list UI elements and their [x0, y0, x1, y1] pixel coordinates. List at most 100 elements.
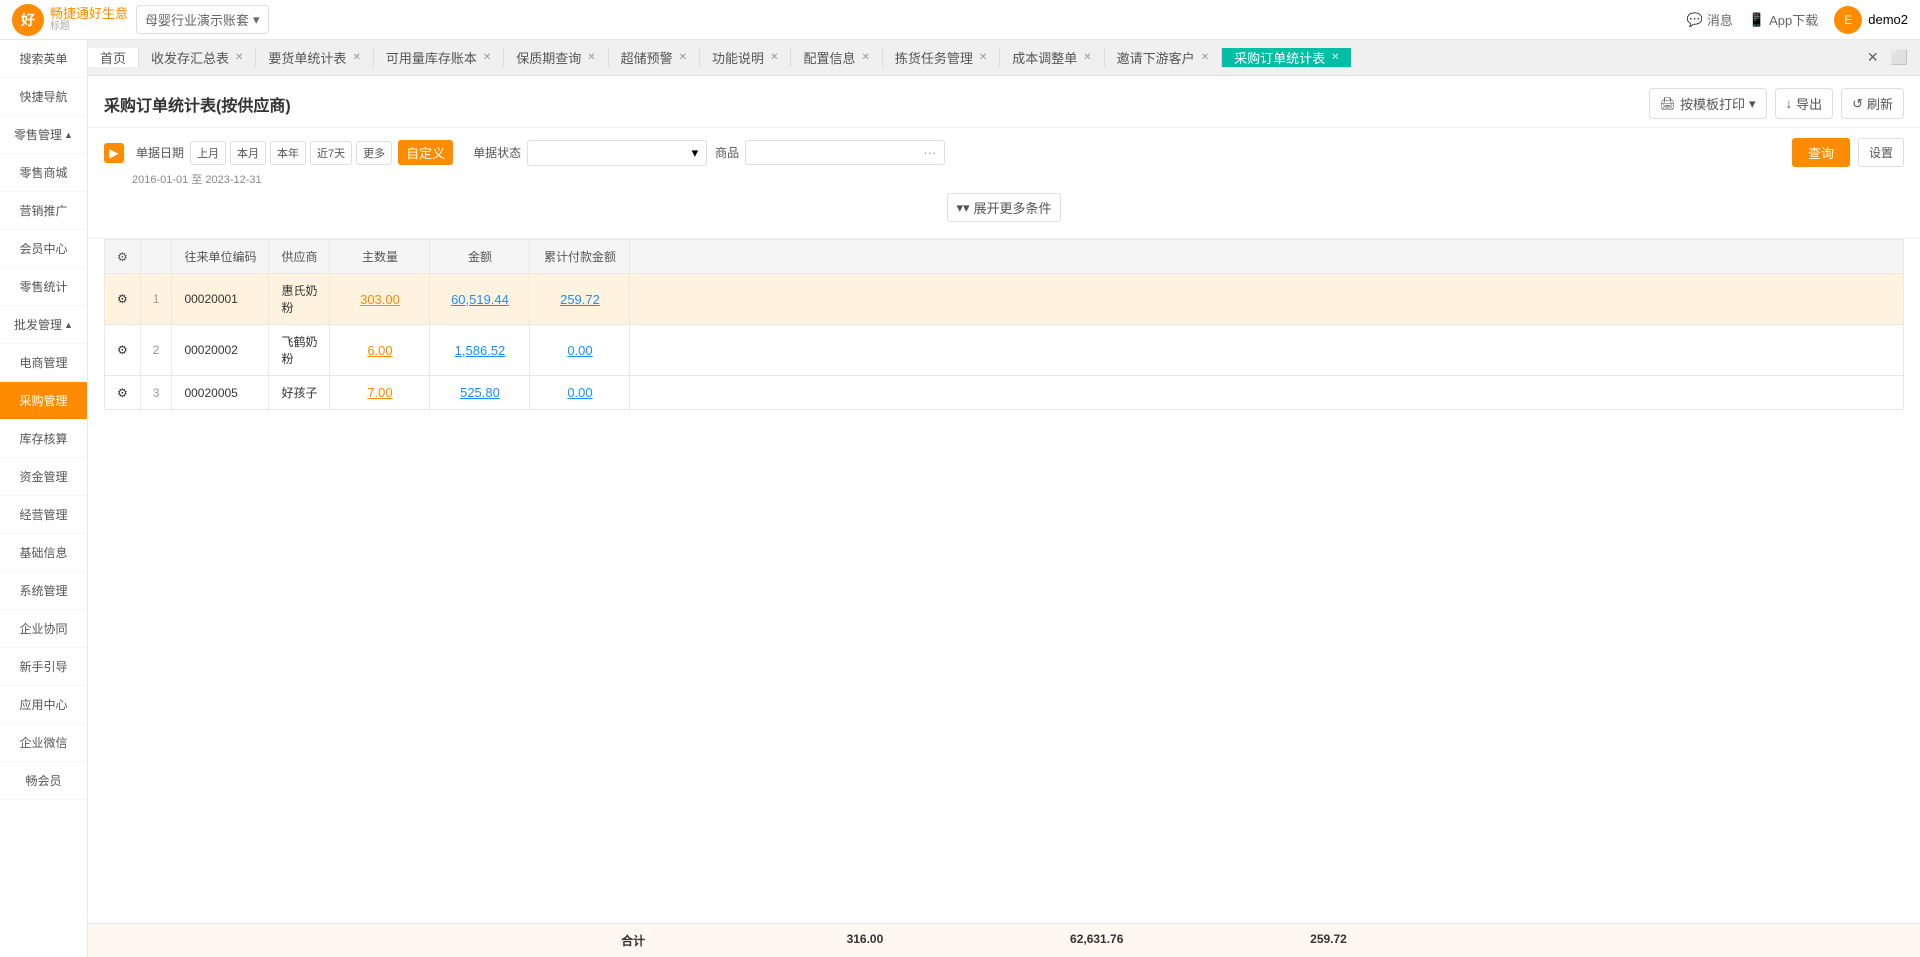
status-select[interactable]: ▾	[527, 140, 707, 166]
tab-picking[interactable]: 拣货任务管理 ✕	[883, 48, 1000, 67]
sidebar-item-enterprise[interactable]: 企业协同	[0, 610, 87, 648]
goods-input[interactable]: ···	[745, 140, 945, 165]
sidebar-item-app-center[interactable]: 应用中心	[0, 686, 87, 724]
sidebar-item-retail-stats[interactable]: 零售统计	[0, 268, 87, 306]
query-button[interactable]: 查询	[1792, 138, 1850, 167]
date-btn-上月[interactable]: 上月	[190, 141, 226, 165]
sidebar-item-marketing[interactable]: 营销推广	[0, 192, 87, 230]
date-btn-本年[interactable]: 本年	[270, 141, 306, 165]
date-btn-更多[interactable]: 更多	[356, 141, 392, 165]
print-button[interactable]: 🖨 按模板打印 ▾	[1649, 88, 1767, 119]
row-no: 3	[140, 376, 172, 410]
tab-close-icon[interactable]: ✕	[979, 53, 987, 63]
sidebar-item-finance[interactable]: 资金管理	[0, 458, 87, 496]
workspace-selector[interactable]: 母婴行业演示账套 ▾	[136, 5, 269, 34]
tab-invite[interactable]: 邀请下游客户✕	[1105, 48, 1222, 67]
tab-collection[interactable]: 收发存汇总表 ✕	[139, 48, 256, 67]
tab-function[interactable]: 功能说明✕	[700, 48, 791, 67]
col-header-4: 累计付款金额	[530, 240, 630, 274]
sidebar-item-inventory-check[interactable]: 库存核算	[0, 420, 87, 458]
tab-close-icon[interactable]: ✕	[770, 53, 778, 63]
col-no	[140, 240, 172, 274]
avatar: E	[1834, 6, 1862, 34]
sidebar-item-system[interactable]: 系统管理	[0, 572, 87, 610]
tab-overstock[interactable]: 超储预警✕	[609, 48, 700, 67]
sidebar-item-label: 零售管理	[14, 126, 62, 143]
tab-inventory[interactable]: 可用量库存账本✕	[374, 48, 504, 67]
tab-cost-adj[interactable]: 成本调整单 ✕	[1000, 48, 1104, 67]
tab-close-icon[interactable]: ✕	[587, 53, 595, 63]
sidebar-item-operations[interactable]: 经营管理	[0, 496, 87, 534]
tab-close-icon[interactable]: ✕	[1201, 53, 1209, 63]
col-header-3: 金额	[430, 240, 530, 274]
close-tab-icon[interactable]: ✕	[1863, 45, 1883, 70]
restore-tab-icon[interactable]: ⬜	[1887, 45, 1912, 70]
logo-text: 畅捷通好生意 标题	[50, 6, 128, 34]
status-filter-label: 单据状态	[473, 144, 521, 161]
row-quantity: 303.00	[330, 274, 430, 325]
goods-search-input[interactable]	[754, 146, 923, 160]
tab-home[interactable]: 首页	[88, 48, 139, 67]
sidebar-item-quick-nav[interactable]: 快捷导航	[0, 78, 87, 116]
tab-close-icon[interactable]: ✕	[679, 53, 687, 63]
tab-label: 拣货任务管理	[895, 48, 973, 67]
row-settings[interactable]: ⚙	[105, 376, 141, 410]
table-row[interactable]: ⚙ 1 00020001 惠氏奶粉 303.00 60,519.44 259.7…	[105, 274, 1904, 325]
row-no: 2	[140, 325, 172, 376]
footer-label: 合计	[517, 932, 749, 949]
tab-close-icon[interactable]: ✕	[861, 53, 869, 63]
sidebar-item-member[interactable]: 会员中心	[0, 230, 87, 268]
row-supplier: 飞鹤奶粉	[269, 325, 330, 376]
refresh-button[interactable]: ↺ 刷新	[1841, 88, 1904, 119]
status-chevron-icon: ▾	[692, 145, 699, 161]
row-extra	[630, 376, 1904, 410]
sidebar-item-label: 营销推广	[19, 202, 67, 219]
tab-label: 收发存汇总表	[151, 48, 229, 67]
date-btn-近7天[interactable]: 近7天	[310, 141, 352, 165]
chevron-icon: ▲	[64, 130, 73, 140]
sidebar-item-enterprise-wechat[interactable]: 企业微信	[0, 724, 87, 762]
tab-close-icon[interactable]: ✕	[483, 53, 491, 63]
sidebar-item-purchase[interactable]: 采购管理	[0, 382, 87, 420]
more-options-icon[interactable]: ···	[923, 145, 936, 160]
user-area[interactable]: E demo2	[1834, 6, 1908, 34]
row-settings[interactable]: ⚙	[105, 274, 141, 325]
message-icon-area[interactable]: 💬 消息	[1687, 10, 1733, 29]
tab-close-icon[interactable]: ✕	[235, 53, 243, 63]
sidebar-item-new-guide[interactable]: 新手引导	[0, 648, 87, 686]
tab-close-icon[interactable]: ✕	[1331, 53, 1339, 63]
sidebar-item-label: 批发管理	[14, 316, 62, 333]
tab-expiry[interactable]: 保质期查询✕	[504, 48, 608, 67]
tab-label: 配置信息	[803, 48, 855, 67]
sidebar-item-label: 会员中心	[19, 240, 67, 257]
table-row[interactable]: ⚙ 2 00020002 飞鹤奶粉 6.00 1,586.52 0.00	[105, 325, 1904, 376]
chevron-icon: ▲	[64, 320, 73, 330]
col-header-0: 往来单位编码	[172, 240, 269, 274]
sidebar-item-vip[interactable]: 畅会员	[0, 762, 87, 800]
table-row[interactable]: ⚙ 3 00020005 好孩子 7.00 525.80 0.00	[105, 376, 1904, 410]
date-btn-本月[interactable]: 本月	[230, 141, 266, 165]
row-amount: 60,519.44	[430, 274, 530, 325]
col-settings[interactable]: ⚙	[105, 240, 141, 274]
filter-toggle[interactable]: ▶	[104, 143, 124, 163]
tab-purchase-stats[interactable]: 采购订单统计表✕	[1222, 48, 1352, 67]
row-settings[interactable]: ⚙	[105, 325, 141, 376]
sidebar-item-retail-mall[interactable]: 零售商城	[0, 154, 87, 192]
app-download-area[interactable]: 📱 App下载	[1749, 10, 1818, 29]
tab-label: 成本调整单	[1012, 48, 1077, 67]
expand-filters-button[interactable]: ▾▾ 展开更多条件	[947, 193, 1060, 222]
sidebar-item-wholesale[interactable]: 批发管理▲	[0, 306, 87, 344]
tab-order-stats[interactable]: 要货单统计表✕	[256, 48, 373, 67]
sidebar-item-basic-info[interactable]: 基础信息	[0, 534, 87, 572]
sidebar-item-search[interactable]: 搜索英单	[0, 40, 87, 78]
tab-label: 首页	[100, 48, 126, 67]
sidebar-item-ecommerce[interactable]: 电商管理	[0, 344, 87, 382]
tab-close-icon[interactable]: ✕	[352, 53, 360, 63]
sidebar-item-retail-mgmt[interactable]: 零售管理▲	[0, 116, 87, 154]
export-button[interactable]: ↓ 导出	[1775, 88, 1834, 119]
tab-config[interactable]: 配置信息 ✕	[791, 48, 882, 67]
sidebar-item-label: 畅会员	[25, 772, 61, 789]
tab-close-icon[interactable]: ✕	[1083, 53, 1091, 63]
custom-date-btn[interactable]: 自定义	[398, 140, 453, 165]
settings-button[interactable]: 设置	[1858, 138, 1904, 167]
